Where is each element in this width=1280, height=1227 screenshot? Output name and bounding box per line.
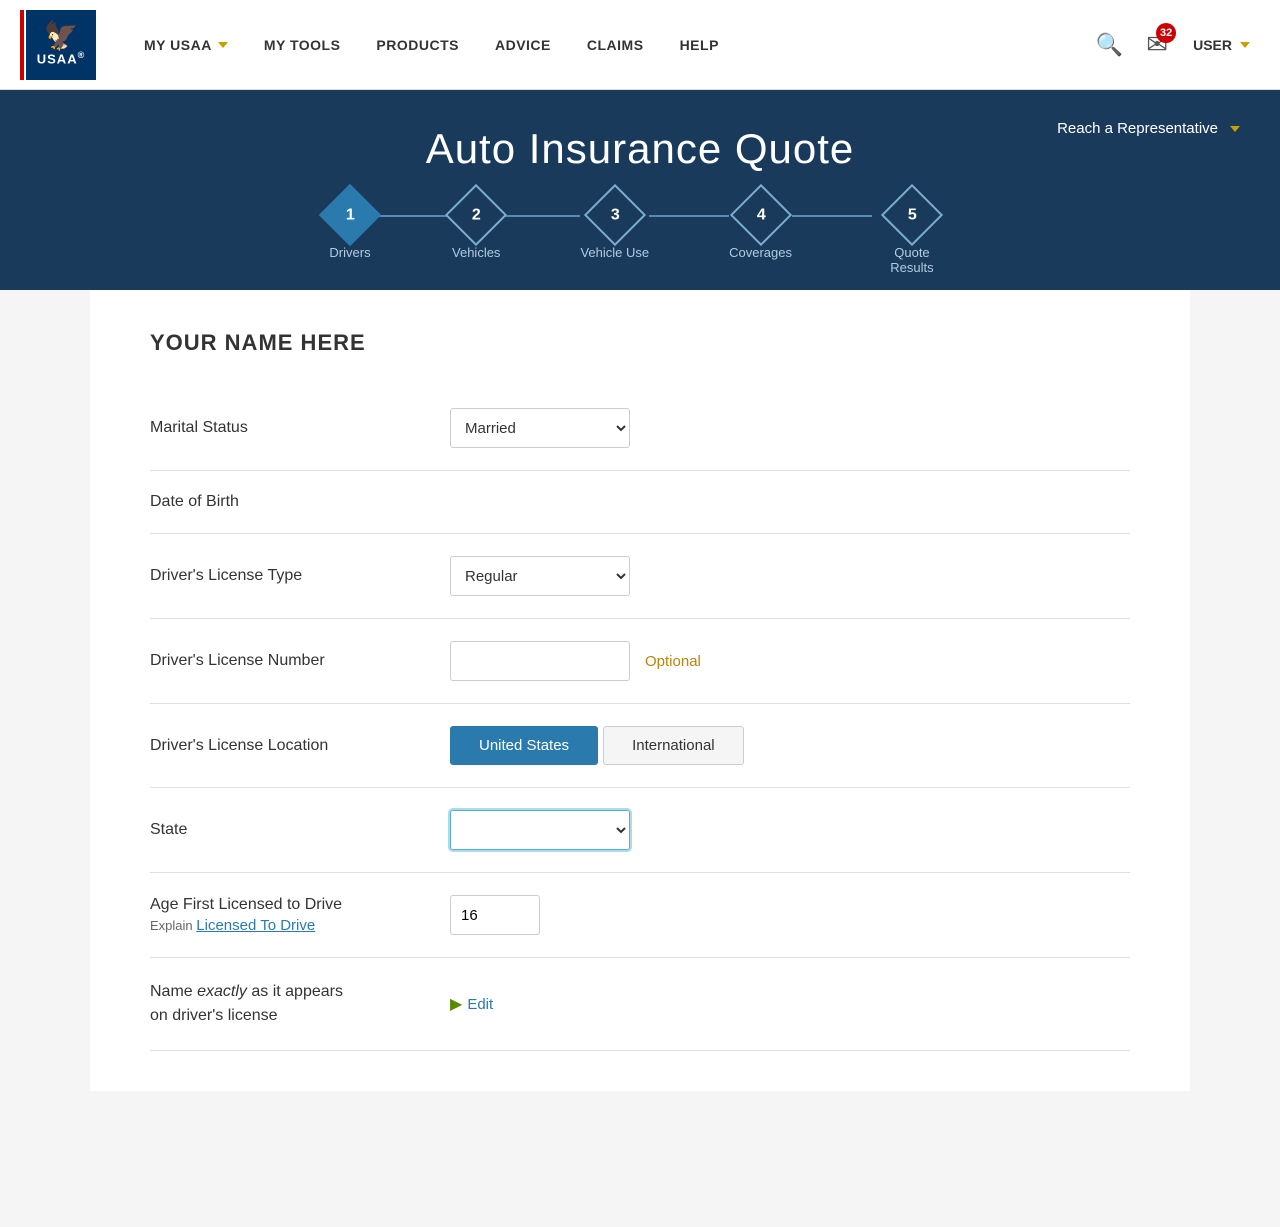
search-icon[interactable]: 🔍 xyxy=(1088,24,1131,66)
license-type-label: Driver's License Type xyxy=(150,567,430,585)
user-menu[interactable]: USER xyxy=(1183,37,1260,53)
step-2-vehicles[interactable]: 2 Vehicles xyxy=(452,193,500,260)
section-title: YOUR NAME HERE xyxy=(150,330,1130,356)
step-3-vehicle-use[interactable]: 3 Vehicle Use xyxy=(580,193,649,260)
logo-box: 🦅 USAA® xyxy=(26,10,96,80)
btn-united-states[interactable]: United States xyxy=(450,726,598,765)
marital-status-control: Married Single Divorced Widowed xyxy=(450,408,1130,448)
age-licensed-label: Age First Licensed to Drive Explain Lice… xyxy=(150,896,430,934)
user-chevron-icon xyxy=(1240,42,1250,48)
state-label: State xyxy=(150,821,430,839)
step-connector-2-3 xyxy=(500,215,580,217)
header-banner: Reach a Representative Auto Insurance Qu… xyxy=(0,90,1280,290)
nav-item-help[interactable]: HELP xyxy=(662,0,737,90)
optional-label: Optional xyxy=(645,653,701,670)
nav-links: MY USAA MY TOOLS PRODUCTS ADVICE CLAIMS … xyxy=(126,0,1088,90)
marital-status-row: Marital Status Married Single Divorced W… xyxy=(150,386,1130,471)
date-of-birth-row: Date of Birth xyxy=(150,471,1130,534)
license-number-input[interactable] xyxy=(450,641,630,681)
license-number-control: Optional xyxy=(450,641,1130,681)
reach-representative[interactable]: Reach a Representative xyxy=(1057,120,1240,137)
reach-rep-chevron-icon xyxy=(1230,126,1240,132)
edit-name-link[interactable]: ▶ Edit xyxy=(450,994,493,1014)
name-on-license-label: Name exactly as it appears on driver's l… xyxy=(150,980,430,1028)
name-on-license-row: Name exactly as it appears on driver's l… xyxy=(150,958,1130,1051)
step-connector-4-5 xyxy=(792,215,872,217)
license-location-buttons: United States International xyxy=(450,726,744,765)
main-content: YOUR NAME HERE Marital Status Married Si… xyxy=(90,290,1190,1091)
logo-text: USAA® xyxy=(37,50,85,66)
step-5-quote-results[interactable]: 5 Quote Results xyxy=(872,193,952,275)
step-connector-3-4 xyxy=(649,215,729,217)
licensed-to-drive-link[interactable]: Licensed To Drive xyxy=(196,917,315,934)
license-location-row: Driver's License Location United States … xyxy=(150,704,1130,788)
nav-bar: 🦅 USAA® MY USAA MY TOOLS PRODUCTS ADVICE… xyxy=(0,0,1280,90)
mail-badge: 32 xyxy=(1156,23,1176,43)
step-4-diamond: 4 xyxy=(729,184,791,246)
license-type-select[interactable]: Regular Commercial Learner's Permit Inte… xyxy=(450,556,630,596)
step-2-diamond: 2 xyxy=(445,184,507,246)
state-control: Alabama Alaska Arizona Arkansas Californ… xyxy=(450,810,1130,850)
step-4-coverages[interactable]: 4 Coverages xyxy=(729,193,792,260)
license-type-row: Driver's License Type Regular Commercial… xyxy=(150,534,1130,619)
edit-arrow-icon: ▶ xyxy=(450,994,462,1014)
red-bar xyxy=(20,10,24,80)
state-row: State Alabama Alaska Arizona Arkansas Ca… xyxy=(150,788,1130,873)
step-5-diamond: 5 xyxy=(881,184,943,246)
nav-item-advice[interactable]: ADVICE xyxy=(477,0,569,90)
age-licensed-input[interactable] xyxy=(450,895,540,935)
step-1-drivers[interactable]: 1 Drivers xyxy=(328,193,372,260)
name-on-license-control: ▶ Edit xyxy=(450,994,1130,1014)
license-number-label: Driver's License Number xyxy=(150,652,430,670)
btn-international[interactable]: International xyxy=(603,726,744,765)
state-select[interactable]: Alabama Alaska Arizona Arkansas Californ… xyxy=(450,810,630,850)
logo[interactable]: 🦅 USAA® xyxy=(20,10,96,80)
date-of-birth-label: Date of Birth xyxy=(150,493,430,511)
step-1-diamond: 1 xyxy=(319,184,381,246)
logo-eagle-icon: 🦅 xyxy=(44,22,79,50)
marital-status-label: Marital Status xyxy=(150,419,430,437)
nav-item-claims[interactable]: CLAIMS xyxy=(569,0,662,90)
nav-right: 🔍 ✉ 32 USER xyxy=(1088,24,1260,66)
license-number-row: Driver's License Number Optional xyxy=(150,619,1130,704)
nav-item-myusaa[interactable]: MY USAA xyxy=(126,0,246,90)
mail-button[interactable]: ✉ 32 xyxy=(1146,29,1168,60)
license-location-control: United States International xyxy=(450,726,1130,765)
age-licensed-control xyxy=(450,895,1130,935)
step-3-diamond: 3 xyxy=(584,184,646,246)
steps-progress: 1 Drivers 2 Vehicles 3 Vehicle Use 4 Cov… xyxy=(40,173,1240,290)
license-type-control: Regular Commercial Learner's Permit Inte… xyxy=(450,556,1130,596)
license-location-label: Driver's License Location xyxy=(150,737,430,755)
nav-item-mytools[interactable]: MY TOOLS xyxy=(246,0,359,90)
explain-licensed-sub: Explain Licensed To Drive xyxy=(150,917,430,934)
chevron-down-icon xyxy=(218,42,228,48)
nav-item-products[interactable]: PRODUCTS xyxy=(358,0,477,90)
age-licensed-row: Age First Licensed to Drive Explain Lice… xyxy=(150,873,1130,958)
marital-status-select[interactable]: Married Single Divorced Widowed xyxy=(450,408,630,448)
step-connector-1-2 xyxy=(372,215,452,217)
